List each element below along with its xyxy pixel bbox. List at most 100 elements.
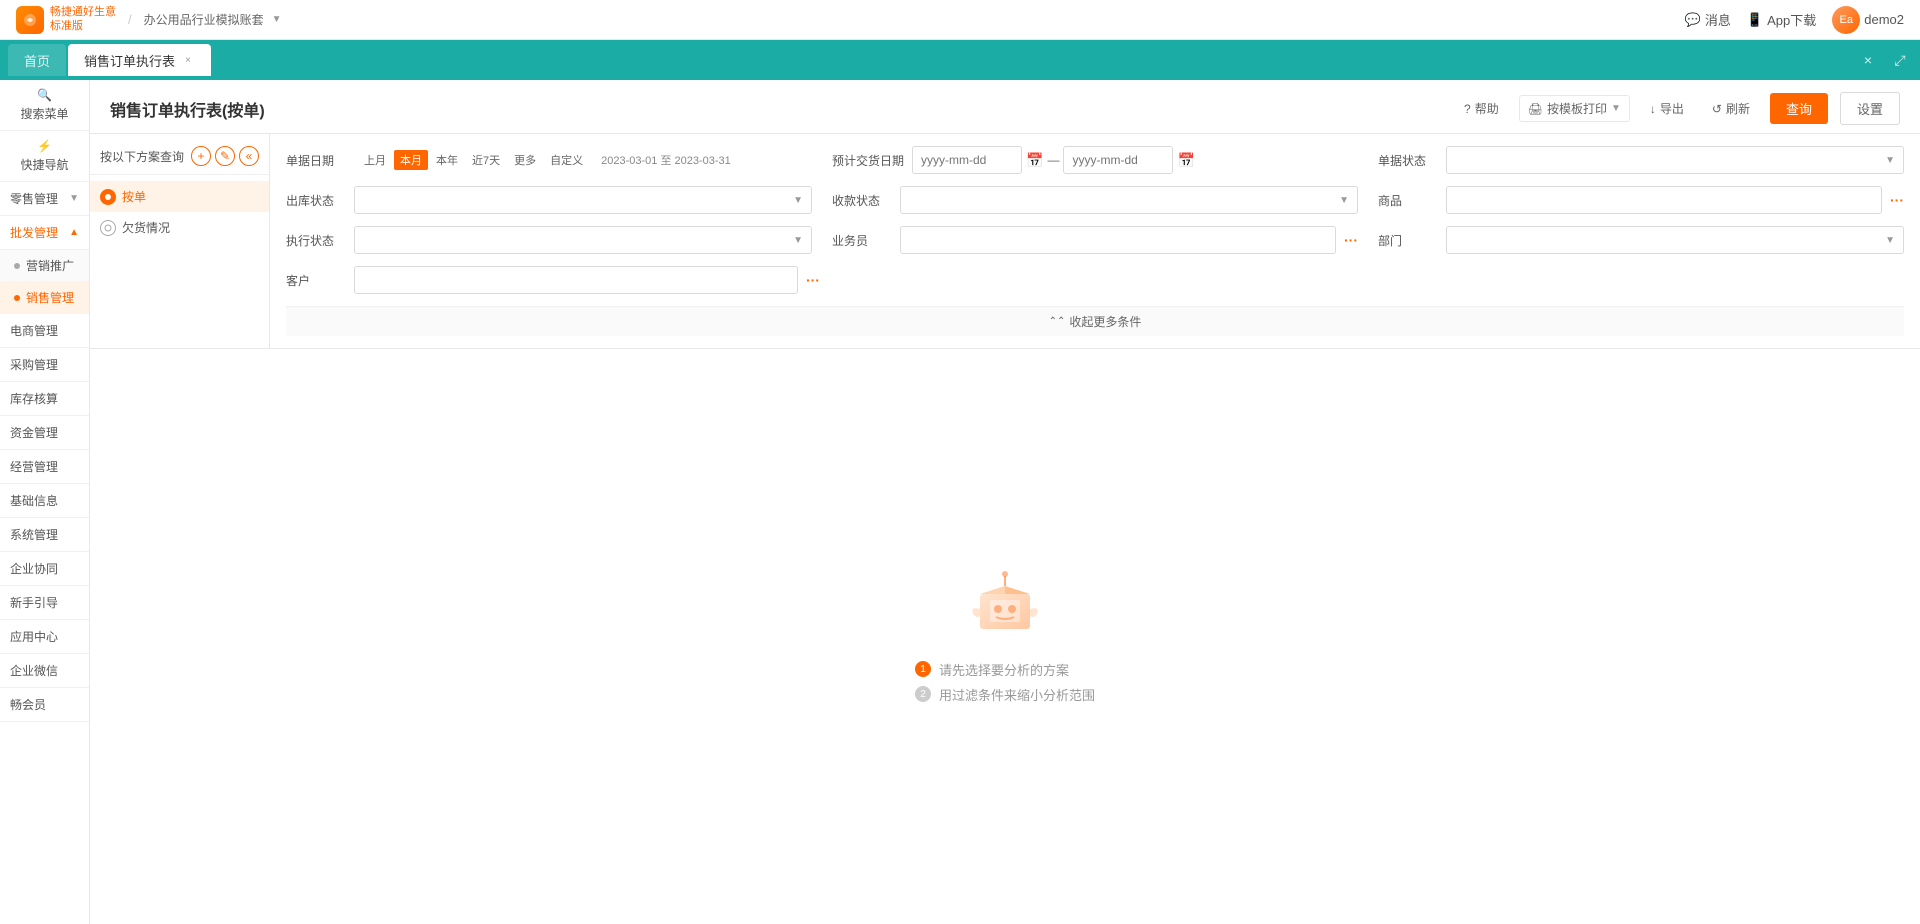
status-select[interactable]: ▼	[1446, 146, 1904, 174]
breadcrumb-item: 办公用品行业模拟账套	[144, 11, 264, 28]
search-icon: 🔍	[37, 88, 52, 102]
salesman-dots-btn[interactable]: ···	[1344, 232, 1358, 248]
help-icon: ?	[1464, 102, 1471, 116]
filter-left-header: 按以下方案查询 + ✎ «	[90, 146, 269, 175]
sidebar-item-retail[interactable]: 零售管理 ▼	[0, 182, 89, 216]
retail-expand-icon: ▼	[69, 193, 79, 204]
edit-scheme-btn[interactable]: ✎	[215, 146, 235, 166]
date-btn-this-year[interactable]: 本年	[430, 150, 464, 170]
help-btn[interactable]: ? 帮助	[1456, 96, 1507, 121]
filter-field-dept: 部门 ▼	[1378, 226, 1904, 254]
export-btn[interactable]: ↓ 导出	[1642, 96, 1692, 121]
customer-dots-btn[interactable]: ···	[806, 272, 820, 288]
status-dropdown-arrow: ▼	[1885, 155, 1895, 166]
inactive-scheme-icon	[100, 220, 116, 236]
sidebar-sub-item-xiaoshou[interactable]: 销售管理	[0, 282, 89, 314]
print-icon: 🖨	[1528, 102, 1543, 116]
sub-dot-xiaoshou	[14, 295, 20, 301]
empty-steps-list: 1 请先选择要分析的方案 2 用过滤条件来缩小分析范围	[915, 660, 1095, 710]
sidebar-item-finance[interactable]: 资金管理	[0, 416, 89, 450]
logo-icon	[16, 6, 44, 34]
exec-status-select[interactable]: ▼	[354, 226, 812, 254]
quick-nav-icon: ⚡	[37, 139, 52, 153]
tab-home[interactable]: 首页	[8, 44, 66, 76]
header-message-btn[interactable]: 💬 消息	[1685, 10, 1731, 29]
filter-field-out-status: 出库状态 ▼	[286, 186, 812, 214]
step-2-num: 2	[915, 686, 931, 702]
date-btn-this-month[interactable]: 本月	[394, 150, 428, 170]
predict-date-start[interactable]	[912, 146, 1022, 174]
page-header: 销售订单执行表(按单) ? 帮助 🖨 按模板打印 ▼ ↓ 导出 ↺ 刷新	[90, 80, 1920, 134]
filter-field-salesman: 业务员 ···	[832, 226, 1358, 254]
top-header: 畅捷通好生意 标准版 / 办公用品行业模拟账套 ▼ 💬 消息 📱 App下载 E…	[0, 0, 1920, 40]
sidebar-item-wholesale[interactable]: 批发管理 ▲	[0, 216, 89, 250]
collapse-bar[interactable]: ⌃⌃ 收起更多条件	[286, 306, 1904, 336]
sidebar-item-wechat[interactable]: 企业微信	[0, 654, 89, 688]
filter-row-1: 单据日期 上月 本月 本年 近7天 更多 自定义 2023-03-01 至 20…	[286, 146, 1904, 174]
export-icon: ↓	[1650, 102, 1656, 116]
sidebar-item-appstore[interactable]: 应用中心	[0, 620, 89, 654]
window-expand-btn[interactable]: ⤢	[1888, 48, 1912, 72]
header-right: 💬 消息 📱 App下载 Ea demo2	[1685, 6, 1904, 34]
date-btn-7days[interactable]: 近7天	[466, 150, 506, 170]
sidebar-item-inventory[interactable]: 库存核算	[0, 382, 89, 416]
exec-status-arrow: ▼	[793, 235, 803, 246]
sidebar-item-system[interactable]: 系统管理	[0, 518, 89, 552]
sidebar-item-operations[interactable]: 经营管理	[0, 450, 89, 484]
customer-input[interactable]	[354, 266, 798, 294]
user-profile[interactable]: Ea demo2	[1832, 6, 1904, 34]
empty-step-2: 2 用过滤条件来缩小分析范围	[915, 685, 1095, 704]
goods-dots-btn[interactable]: ···	[1890, 192, 1904, 208]
cal-icon-end[interactable]: 📅	[1177, 152, 1194, 169]
filter-field-goods: 商品 ···	[1378, 186, 1904, 214]
sidebar-item-corp[interactable]: 企业协同	[0, 552, 89, 586]
add-scheme-btn[interactable]: +	[191, 146, 211, 166]
predict-date-end[interactable]	[1063, 146, 1173, 174]
logo-area: 畅捷通好生意 标准版	[16, 6, 116, 34]
filter-field-collect-status: 收款状态 ▼	[832, 186, 1358, 214]
filter-field-customer: 客户 ···	[286, 266, 820, 294]
date-btn-more[interactable]: 更多	[508, 150, 542, 170]
date-btn-last-month[interactable]: 上月	[358, 150, 392, 170]
sidebar-item-member[interactable]: 畅会员	[0, 688, 89, 722]
dept-select[interactable]: ▼	[1446, 226, 1904, 254]
collect-status-select[interactable]: ▼	[900, 186, 1358, 214]
collect-status-arrow: ▼	[1339, 195, 1349, 206]
sidebar-search-menu[interactable]: 🔍 搜索菜单	[0, 80, 89, 131]
out-status-select[interactable]: ▼	[354, 186, 812, 214]
query-btn[interactable]: 查询	[1770, 93, 1828, 124]
goods-input[interactable]	[1446, 186, 1882, 214]
sidebar-item-ecom[interactable]: 电商管理	[0, 314, 89, 348]
date-btn-custom[interactable]: 自定义	[544, 150, 589, 170]
window-close-btn[interactable]: ×	[1856, 48, 1880, 72]
filter-field-exec-status: 执行状态 ▼	[286, 226, 812, 254]
sidebar-item-purchase[interactable]: 采购管理	[0, 348, 89, 382]
template-print-btn[interactable]: 🖨 按模板打印 ▼	[1519, 95, 1630, 122]
sidebar-quick-nav[interactable]: ⚡ 快捷导航	[0, 131, 89, 182]
filter-field-predict-date: 预计交货日期 📅 — 📅	[832, 146, 1358, 174]
breadcrumb-dropdown-icon[interactable]: ▼	[272, 14, 282, 25]
salesman-input[interactable]	[900, 226, 1336, 254]
breadcrumb-divider: /	[128, 12, 132, 27]
filter-left-icons: + ✎ «	[191, 146, 259, 166]
filter-field-date: 单据日期 上月 本月 本年 近7天 更多 自定义 2023-03-01 至 20…	[286, 150, 812, 170]
settings-btn[interactable]: 设置	[1840, 92, 1900, 125]
dept-arrow: ▼	[1885, 235, 1895, 246]
page-title: 销售订单执行表(按单)	[110, 97, 265, 121]
filter-nav-item-欠货[interactable]: 欠货情况	[90, 212, 269, 243]
sidebar-sub-item-yingxiao[interactable]: 营销推广	[0, 250, 89, 282]
sidebar-item-basics[interactable]: 基础信息	[0, 484, 89, 518]
cal-icon-start[interactable]: 📅	[1026, 152, 1043, 169]
predict-date-group: 📅 — 📅	[912, 146, 1195, 174]
filter-nav-item-按单[interactable]: 按单	[90, 181, 269, 212]
header-app-btn[interactable]: 📱 App下载	[1747, 10, 1816, 29]
empty-step-1: 1 请先选择要分析的方案	[915, 660, 1095, 679]
step-1-num: 1	[915, 661, 931, 677]
collapse-scheme-btn[interactable]: «	[239, 146, 259, 166]
user-avatar: Ea	[1832, 6, 1860, 34]
refresh-btn[interactable]: ↺ 刷新	[1704, 96, 1758, 121]
nav-tabs-right: × ⤢	[1856, 48, 1912, 72]
tab-close-btn[interactable]: ×	[181, 53, 195, 67]
tab-sales-order[interactable]: 销售订单执行表 ×	[68, 44, 211, 76]
sidebar-item-guide[interactable]: 新手引导	[0, 586, 89, 620]
